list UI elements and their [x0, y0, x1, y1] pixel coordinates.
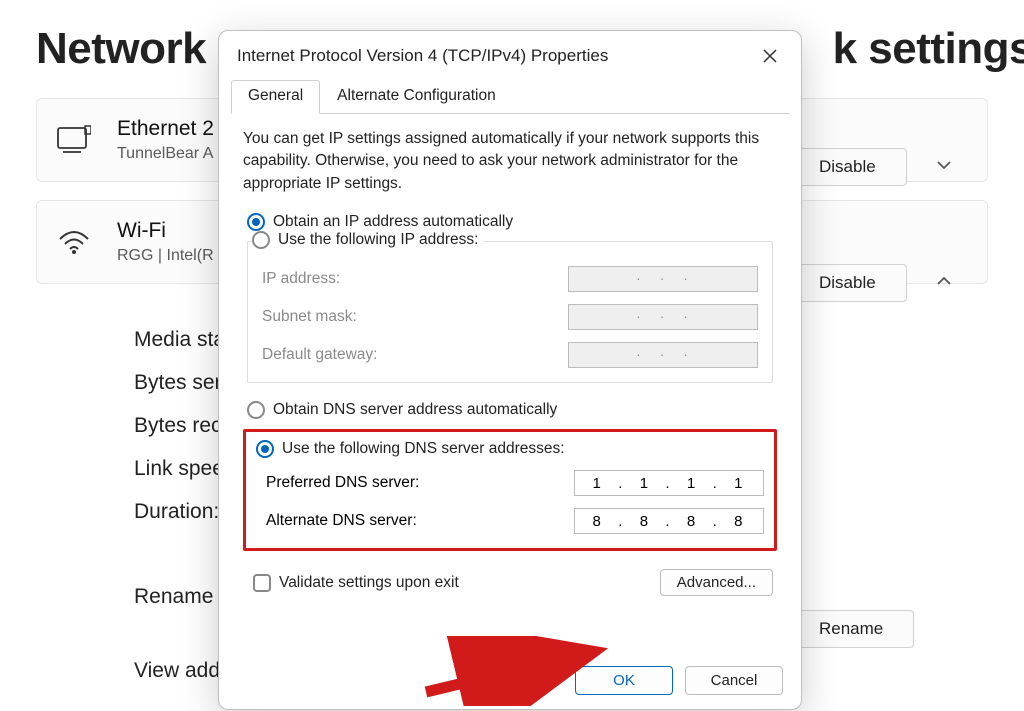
dns-highlight: Use the following DNS server addresses: …	[243, 429, 777, 551]
default-gateway-label: Default gateway:	[262, 346, 377, 364]
chevron-down-icon[interactable]	[935, 156, 953, 179]
radio-dns-auto[interactable]: Obtain DNS server address automatically	[247, 401, 777, 419]
subnet-mask-label: Subnet mask:	[262, 308, 357, 326]
alternate-dns-label: Alternate DNS server:	[266, 512, 417, 530]
chevron-up-icon[interactable]	[935, 272, 953, 295]
ip-address-label: IP address:	[262, 270, 340, 288]
alternate-dns-input[interactable]	[574, 508, 764, 534]
preferred-dns-input[interactable]	[574, 470, 764, 496]
ok-button[interactable]: OK	[575, 666, 673, 695]
subnet-mask-input: ...	[568, 304, 758, 330]
ethernet-icon	[57, 125, 91, 155]
close-icon[interactable]	[759, 45, 781, 67]
description-text: You can get IP settings assigned automat…	[243, 128, 777, 195]
disable-button-wifi[interactable]: Disable	[788, 264, 907, 302]
right-column: Disable Disable Rename	[788, 120, 988, 648]
radio-icon	[247, 213, 265, 231]
tab-general[interactable]: General	[231, 80, 320, 114]
checkbox-icon	[253, 574, 271, 592]
default-gateway-input: ...	[568, 342, 758, 368]
radio-icon	[252, 231, 270, 249]
disable-button-ethernet[interactable]: Disable	[788, 148, 907, 186]
preferred-dns-label: Preferred DNS server:	[266, 474, 419, 492]
dialog-title: Internet Protocol Version 4 (TCP/IPv4) P…	[237, 46, 759, 66]
radio-icon	[256, 440, 274, 458]
radio-dns-manual[interactable]: Use the following DNS server addresses:	[256, 440, 764, 458]
radio-icon	[247, 401, 265, 419]
ipv4-properties-dialog: Internet Protocol Version 4 (TCP/IPv4) P…	[218, 30, 802, 710]
advanced-button[interactable]: Advanced...	[660, 569, 773, 596]
radio-ip-manual[interactable]: Use the following IP address:	[252, 231, 484, 249]
rename-button[interactable]: Rename	[788, 610, 914, 648]
wifi-icon	[57, 229, 91, 255]
tab-alternate-config[interactable]: Alternate Configuration	[320, 80, 513, 114]
radio-ip-auto[interactable]: Obtain an IP address automatically	[247, 213, 777, 231]
ip-manual-group: Use the following IP address: IP address…	[247, 241, 773, 383]
validate-checkbox-row[interactable]: Validate settings upon exit	[253, 574, 459, 592]
ip-address-input: ...	[568, 266, 758, 292]
cancel-button[interactable]: Cancel	[685, 666, 783, 695]
